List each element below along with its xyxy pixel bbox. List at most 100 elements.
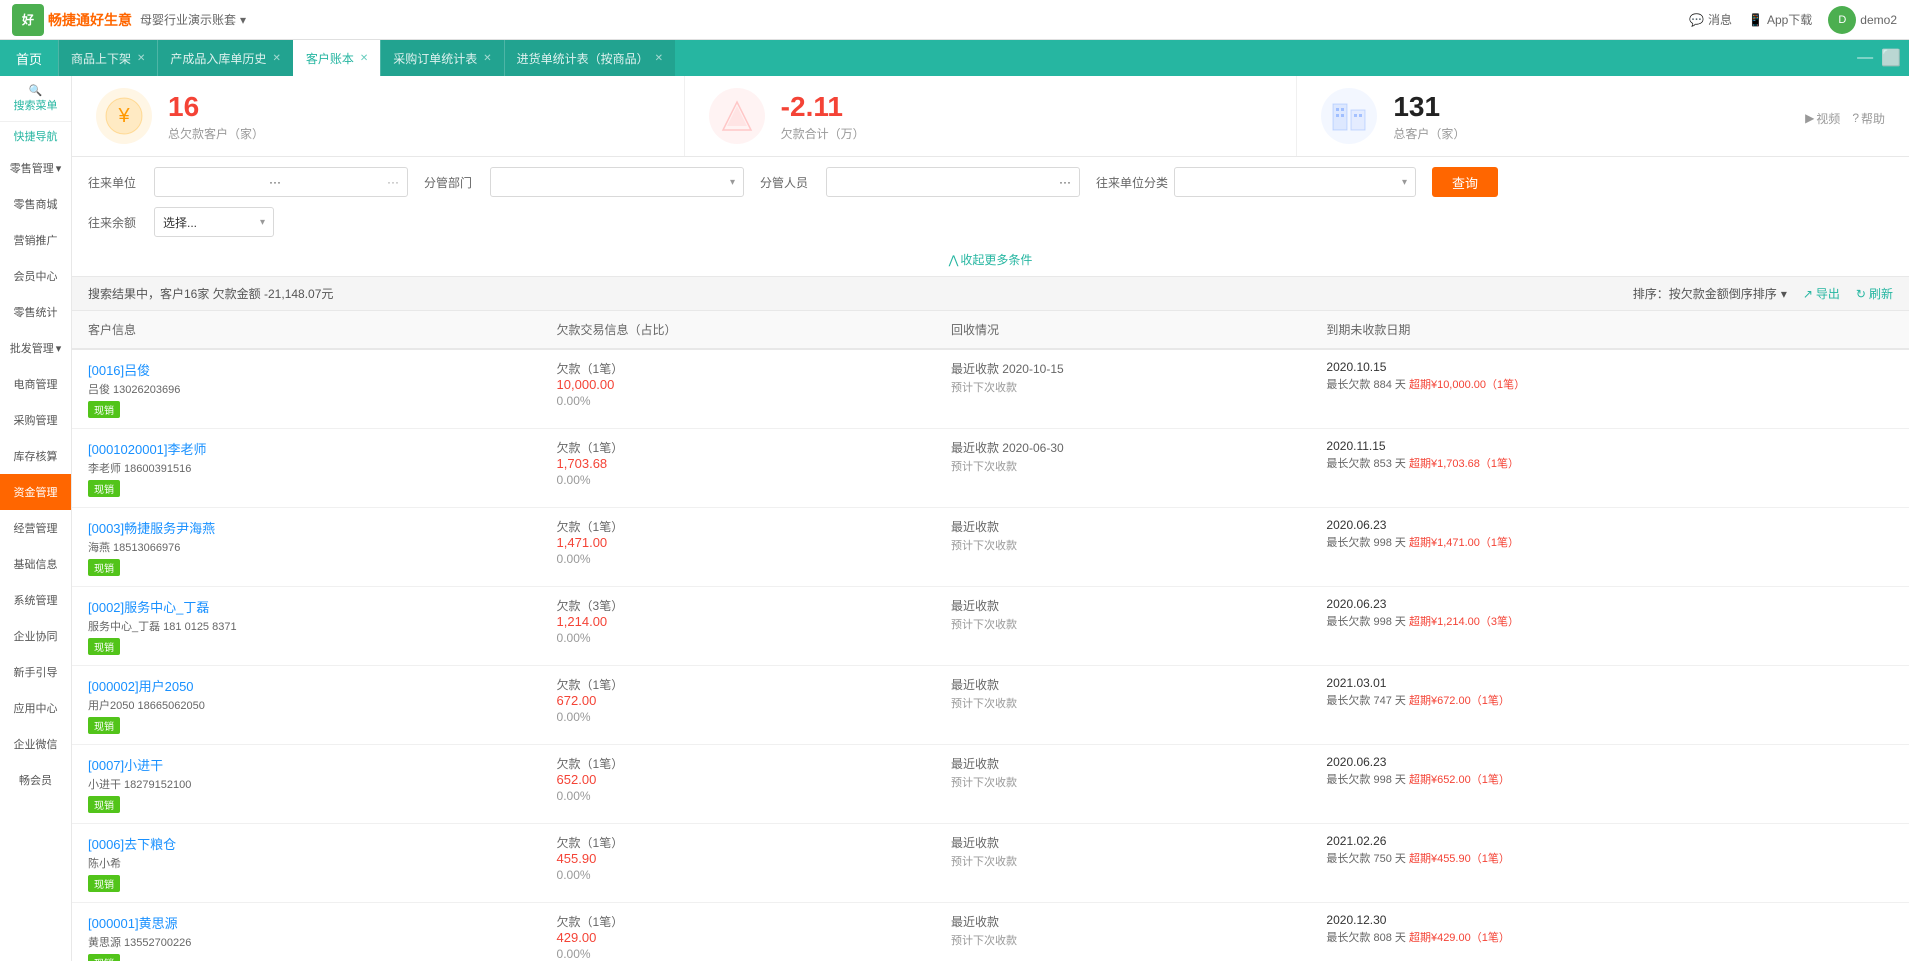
filter-department-select[interactable]: ▾ (490, 167, 744, 197)
sidebar-item-system-label: 系统管理 (14, 592, 58, 608)
sidebar-item-capital[interactable]: 资金管理 (0, 474, 71, 510)
source-unit-dots: ··· (269, 175, 281, 189)
stat-debtors-value: 16 (168, 91, 264, 123)
sidebar-item-marketing-label: 营销推广 (14, 232, 58, 248)
sidebar-item-basic-info-label: 基础信息 (14, 556, 58, 572)
sidebar-item-member[interactable]: 会员中心 (0, 258, 71, 294)
sidebar-item-system[interactable]: 系统管理 (0, 582, 71, 618)
tab-instock-stats[interactable]: 进货单统计表（按商品） ✕ (504, 40, 675, 76)
tab-customer-account[interactable]: 客户账本 ✕ (293, 40, 380, 76)
next-collect: 预计下次收款 (951, 774, 1294, 790)
table-row: [0007]小进干 小进干 18279152100 现销 欠款（1笔） 652.… (72, 745, 1909, 824)
customer-name-link[interactable]: [0002]服务中心_丁磊 (88, 600, 209, 615)
video-link[interactable]: ▶ 视频 (1805, 110, 1840, 127)
filter-source-unit-label: 往来单位 (88, 174, 148, 191)
overdue-amount-link[interactable]: 超期¥1,471.00（1笔） (1409, 537, 1519, 549)
tab-home[interactable]: 首页 (0, 40, 58, 76)
next-collect: 预计下次收款 (951, 853, 1294, 869)
tab-purchase-order-close[interactable]: ✕ (483, 53, 491, 64)
refresh-button[interactable]: ↻ 刷新 (1856, 285, 1893, 302)
customer-name-link[interactable]: [0016]吕俊 (88, 363, 150, 378)
debt-info-cell: 欠款（1笔） 652.00 0.00% (541, 745, 935, 824)
sidebar-item-retail-mgmt[interactable]: 零售管理 ▾ (0, 150, 71, 186)
customer-name-link[interactable]: [0007]小进干 (88, 758, 163, 773)
overdue-days: 最长欠款 808 天 超期¥429.00（1笔） (1326, 929, 1893, 945)
message-icon: 💬 (1689, 13, 1704, 27)
last-collect: 最近收款 (951, 834, 1294, 851)
overdue-amount-link[interactable]: 超期¥10,000.00（1笔） (1409, 379, 1525, 391)
sidebar-item-batch-mgmt[interactable]: 批发管理 ▾ (0, 330, 71, 366)
customer-name-link[interactable]: [000002]用户2050 (88, 679, 194, 694)
filter-row-1: 往来单位 ··· 分管部门 ▾ 分管人员 (88, 167, 1893, 197)
app-download-button[interactable]: 📱 App下载 (1748, 11, 1812, 28)
message-button[interactable]: 💬 消息 (1689, 11, 1732, 28)
debt-count: 欠款（3笔） (557, 597, 919, 614)
next-collect: 预计下次收款 (951, 379, 1294, 395)
sidebar-item-purchase-label: 采购管理 (14, 412, 58, 428)
tab-collapse-button[interactable]: — (1857, 49, 1873, 67)
overdue-amount-link[interactable]: 超期¥1,703.68（1笔） (1409, 458, 1519, 470)
sidebar-search[interactable]: 🔍 搜索菜单 (0, 76, 71, 122)
collapse-button[interactable]: ⋀ 收起更多条件 (949, 251, 1033, 268)
collapse-label: 收起更多条件 (960, 251, 1032, 268)
sort-selector[interactable]: 排序：按欠款金额倒序排序 ▾ (1633, 285, 1787, 302)
sidebar-item-marketing[interactable]: 营销推广 (0, 222, 71, 258)
filter-unit-category-select[interactable]: ▾ (1174, 167, 1416, 197)
sidebar-item-purchase[interactable]: 采购管理 (0, 402, 71, 438)
help-link[interactable]: ? 帮助 (1852, 110, 1885, 127)
export-button[interactable]: ↗ 导出 (1803, 285, 1840, 302)
filter-source-unit-input[interactable]: ··· (154, 167, 408, 197)
sidebar-item-vip-member[interactable]: 畅会员 (0, 762, 71, 798)
overdue-amount-link[interactable]: 超期¥652.00（1笔） (1409, 774, 1510, 786)
stats-bar: ¥ 16 总欠款客户（家） -2.11 欠款合计（万） (72, 76, 1909, 157)
result-summary: 搜索结果中，客户16家 欠款金额 -21,148.07元 (88, 285, 333, 302)
filter-balance-select[interactable]: 选择... ▾ (154, 207, 274, 237)
sidebar-item-enterprise-wechat[interactable]: 企业微信 (0, 726, 71, 762)
tab-purchase-order[interactable]: 采购订单统计表 ✕ (380, 40, 503, 76)
tab-instock-stats-close[interactable]: ✕ (655, 53, 663, 64)
customer-name-link[interactable]: [000001]黄思源 (88, 916, 178, 931)
customer-name-link[interactable]: [0006]去下粮仓 (88, 837, 176, 852)
customer-name-link[interactable]: [0001020001]李老师 (88, 442, 207, 457)
overdue-amount-link[interactable]: 超期¥672.00（1笔） (1409, 695, 1510, 707)
user-profile[interactable]: D demo2 (1828, 6, 1897, 34)
sidebar-item-basic-info[interactable]: 基础信息 (0, 546, 71, 582)
customer-phone: 陈小希 (88, 855, 525, 871)
overdue-amount-link[interactable]: 超期¥1,214.00（3笔） (1409, 616, 1519, 628)
tab-product-instock-close[interactable]: ✕ (272, 53, 280, 64)
tab-product-instock[interactable]: 产成品入库单历史 ✕ (157, 40, 292, 76)
overdue-days: 最长欠款 998 天 超期¥1,471.00（1笔） (1326, 534, 1893, 550)
filter-manager-input[interactable]: ··· (826, 167, 1080, 197)
svg-text:¥: ¥ (117, 105, 130, 127)
tab-product-shelf[interactable]: 商品上下架 ✕ (58, 40, 157, 76)
sidebar-item-operations[interactable]: 经营管理 (0, 510, 71, 546)
tab-product-shelf-close[interactable]: ✕ (137, 53, 145, 64)
sidebar-item-batch-mgmt-label: 批发管理 (10, 340, 54, 356)
overdue-amount-link[interactable]: 超期¥429.00（1笔） (1409, 932, 1510, 944)
sidebar-item-new-guide[interactable]: 新手引导 (0, 654, 71, 690)
sidebar-item-ecommerce[interactable]: 电商管理 (0, 366, 71, 402)
filter-balance-label: 往来余额 (88, 214, 148, 231)
customer-info-cell: [0003]畅捷服务尹海燕 海燕 18513066976 现销 (72, 508, 541, 587)
customer-tag: 现销 (88, 875, 120, 892)
due-date: 2021.03.01 (1326, 676, 1893, 690)
search-icon: 🔍 (0, 84, 71, 97)
sidebar-item-app-center[interactable]: 应用中心 (0, 690, 71, 726)
company-selector[interactable]: 母婴行业演示账套 ▾ (140, 11, 246, 28)
company-name: 母婴行业演示账套 (140, 11, 236, 28)
tab-fullscreen-button[interactable]: ⬜ (1881, 48, 1901, 68)
tab-purchase-order-label: 采购订单统计表 (393, 50, 477, 67)
sidebar-item-retail-store[interactable]: 零售商城 (0, 186, 71, 222)
sidebar-item-enterprise-collab[interactable]: 企业协同 (0, 618, 71, 654)
sidebar-item-inventory[interactable]: 库存核算 (0, 438, 71, 474)
customer-info-cell: [0006]去下粮仓 陈小希 现销 (72, 824, 541, 903)
sidebar-quick-nav[interactable]: 快捷导航 (0, 122, 71, 150)
overdue-amount-link[interactable]: 超期¥455.90（1笔） (1409, 853, 1510, 865)
customer-info-cell: [000001]黄思源 黄思源 13552700226 现销 (72, 903, 541, 961)
customer-phone: 小进干 18279152100 (88, 776, 525, 792)
sidebar-item-retail-stats[interactable]: 零售统计 (0, 294, 71, 330)
tab-customer-account-close[interactable]: ✕ (360, 53, 368, 64)
chevron-up-icon: ⋀ (949, 253, 959, 267)
customer-name-link[interactable]: [0003]畅捷服务尹海燕 (88, 521, 215, 536)
search-button[interactable]: 查询 (1432, 167, 1498, 197)
